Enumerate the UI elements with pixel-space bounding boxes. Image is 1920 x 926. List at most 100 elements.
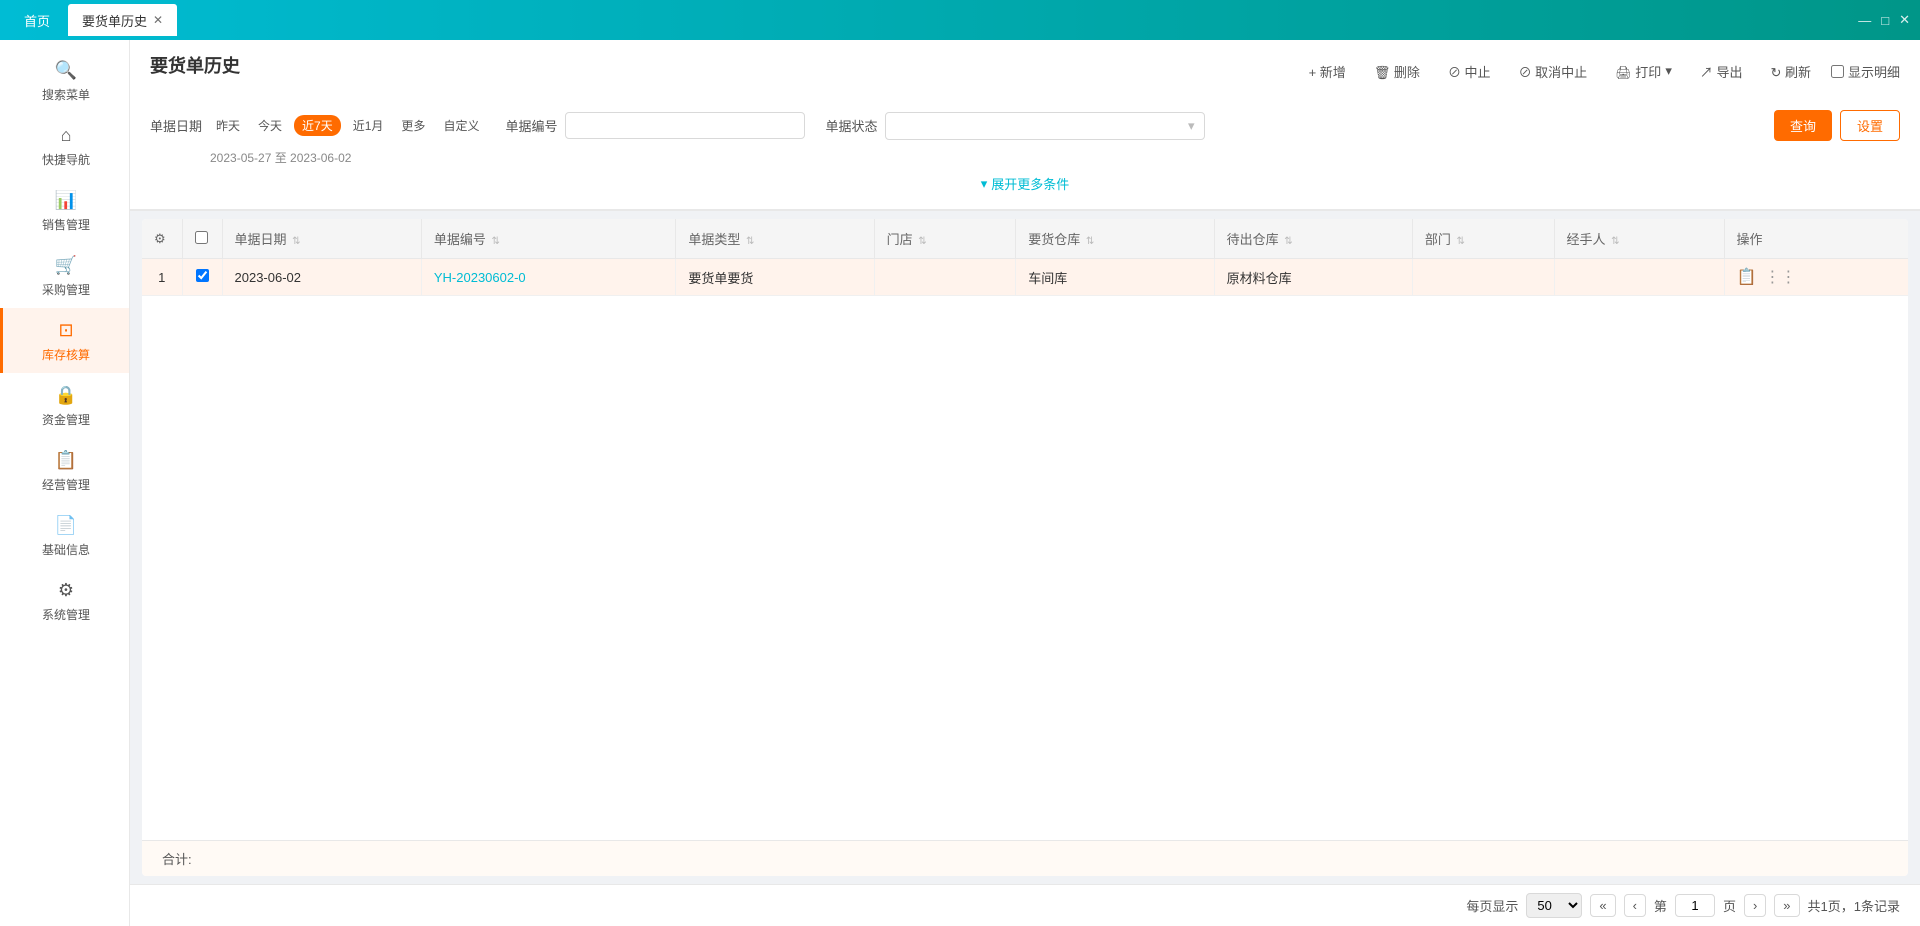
doc-status-dropdown-icon[interactable]: ▾ bbox=[1188, 118, 1195, 134]
query-button[interactable]: 查询 bbox=[1774, 110, 1832, 141]
summary-bar: 合计: bbox=[142, 840, 1908, 876]
cancel-stop-button[interactable]: ⊘ 取消中止 bbox=[1511, 58, 1596, 85]
display-cell-label: 显示明细 bbox=[1848, 62, 1900, 81]
date-buttons: 昨天 今天 近7天 近1月 更多 自定义 bbox=[210, 115, 485, 136]
row-doc-number[interactable]: YH-20230602-0 bbox=[421, 259, 675, 296]
row-handler bbox=[1554, 259, 1724, 296]
th-store[interactable]: 门店 ⇅ bbox=[874, 219, 1016, 259]
tab-requisition-history[interactable]: 要货单历史 ✕ bbox=[68, 4, 177, 36]
sidebar-item-sys-mgmt[interactable]: ⚙ 系统管理 bbox=[0, 568, 129, 633]
row-dept bbox=[1412, 259, 1554, 296]
filter-actions: 查询 设置 bbox=[1774, 110, 1900, 141]
export-button[interactable]: ↗ 导出 bbox=[1692, 58, 1751, 85]
sidebar-item-ops-mgmt[interactable]: 📋 经营管理 bbox=[0, 438, 129, 503]
tab-home[interactable]: 首页 bbox=[10, 4, 64, 36]
maximize-button[interactable]: □ bbox=[1881, 13, 1889, 28]
date-btn-last1month[interactable]: 近1月 bbox=[347, 115, 390, 136]
th-checkbox[interactable] bbox=[182, 219, 222, 259]
date-btn-yesterday[interactable]: 昨天 bbox=[210, 115, 246, 136]
sidebar-item-quick-nav[interactable]: ⌂ 快捷导航 bbox=[0, 113, 129, 178]
ops-icon: 📋 bbox=[55, 450, 77, 471]
total-records: 共1页，1条记录 bbox=[1808, 896, 1900, 915]
data-table: ⚙ 单据日期 ⇅ 单据编号 ⇅ 单据类型 ⇅ 门店 ⇅ 要货仓库 ⇅ 待出仓库 … bbox=[142, 219, 1908, 296]
select-all-checkbox[interactable] bbox=[195, 231, 208, 244]
stop-button[interactable]: ⊘ 中止 bbox=[1440, 58, 1499, 85]
row-actions: 📋 ⋮⋮ bbox=[1724, 259, 1908, 296]
tab-bar: 首页 要货单历史 ✕ bbox=[10, 4, 1858, 36]
th-handler[interactable]: 经手人 ⇅ bbox=[1554, 219, 1724, 259]
row-doc-date: 2023-06-02 bbox=[222, 259, 421, 296]
sidebar-item-capital-mgmt[interactable]: 🔒 资金管理 bbox=[0, 373, 129, 438]
new-button[interactable]: + 新增 bbox=[1301, 58, 1354, 85]
tab-home-label: 首页 bbox=[24, 11, 50, 30]
delete-button[interactable]: 🗑 删除 bbox=[1366, 58, 1428, 85]
print-dropdown-icon[interactable]: ▾ bbox=[1665, 63, 1672, 79]
current-page-input[interactable] bbox=[1675, 894, 1715, 917]
doc-number-link[interactable]: YH-20230602-0 bbox=[434, 270, 526, 285]
minimize-button[interactable]: — bbox=[1858, 13, 1871, 28]
inventory-icon: ⊡ bbox=[58, 320, 73, 341]
print-button[interactable]: 🖨 打印 ▾ bbox=[1607, 58, 1680, 85]
sidebar-item-search-menu-label: 搜索菜单 bbox=[42, 86, 90, 103]
sidebar-item-inventory-label: 库存核算 bbox=[42, 346, 90, 363]
capital-icon: 🔒 bbox=[55, 385, 77, 406]
date-filter-label: 单据日期 bbox=[150, 116, 202, 135]
sidebar-item-basic-info[interactable]: 📄 基础信息 bbox=[0, 503, 129, 568]
date-range-display: 2023-05-27 至 2023-06-02 bbox=[210, 151, 351, 165]
th-doc-number[interactable]: 单据编号 ⇅ bbox=[421, 219, 675, 259]
th-req-warehouse[interactable]: 要货仓库 ⇅ bbox=[1016, 219, 1214, 259]
sidebar-item-quick-nav-label: 快捷导航 bbox=[42, 151, 90, 168]
doc-status-label: 单据状态 bbox=[825, 116, 877, 135]
first-page-button[interactable]: « bbox=[1590, 894, 1615, 917]
expand-label: 展开更多条件 bbox=[991, 174, 1069, 193]
table-header-row: ⚙ 单据日期 ⇅ 单据编号 ⇅ 单据类型 ⇅ 门店 ⇅ 要货仓库 ⇅ 待出仓库 … bbox=[142, 219, 1908, 259]
main-layout: 🔍 搜索菜单 ⌂ 快捷导航 📊 销售管理 🛒 采购管理 ⊡ 库存核算 🔒 资金管… bbox=[0, 40, 1920, 926]
page-size-select[interactable]: 10 20 50 100 bbox=[1526, 893, 1582, 918]
row-more-icon[interactable]: ⋮⋮ bbox=[1764, 267, 1796, 287]
sidebar-item-inventory[interactable]: ⊡ 库存核算 bbox=[0, 308, 129, 373]
date-btn-custom[interactable]: 自定义 bbox=[437, 115, 485, 136]
basic-info-icon: 📄 bbox=[55, 515, 77, 536]
tab-close-icon[interactable]: ✕ bbox=[153, 13, 163, 27]
page-unit: 页 bbox=[1723, 896, 1736, 915]
date-btn-last7days[interactable]: 近7天 bbox=[294, 115, 341, 136]
row-pending-warehouse: 原材料仓库 bbox=[1214, 259, 1412, 296]
table-area: ⚙ 单据日期 ⇅ 单据编号 ⇅ 单据类型 ⇅ 门店 ⇅ 要货仓库 ⇅ 待出仓库 … bbox=[142, 219, 1908, 876]
doc-number-label: 单据编号 bbox=[505, 116, 557, 135]
sidebar-item-capital-mgmt-label: 资金管理 bbox=[42, 411, 90, 428]
doc-number-filter-section: 单据编号 bbox=[505, 112, 805, 139]
sidebar-item-purchase-mgmt[interactable]: 🛒 采购管理 bbox=[0, 243, 129, 308]
th-pending-warehouse[interactable]: 待出仓库 ⇅ bbox=[1214, 219, 1412, 259]
doc-status-filter-section: 单据状态 ▾ bbox=[825, 112, 1205, 140]
sidebar-item-sales-mgmt[interactable]: 📊 销售管理 bbox=[0, 178, 129, 243]
row-edit-icon[interactable]: 📋 bbox=[1737, 267, 1757, 287]
search-menu-icon: 🔍 bbox=[55, 60, 77, 81]
date-btn-more[interactable]: 更多 bbox=[395, 115, 431, 136]
display-cell-checkbox[interactable] bbox=[1831, 65, 1844, 78]
row-checkbox[interactable] bbox=[196, 269, 209, 282]
date-btn-today[interactable]: 今天 bbox=[252, 115, 288, 136]
row-checkbox-cell[interactable] bbox=[182, 259, 222, 296]
display-cell-button[interactable]: 显示明细 bbox=[1831, 62, 1900, 81]
next-page-button[interactable]: › bbox=[1744, 894, 1766, 917]
close-button[interactable]: ✕ bbox=[1899, 12, 1910, 28]
expand-filters-button[interactable]: ▾ 展开更多条件 bbox=[981, 174, 1070, 193]
print-label: 🖨 打印 bbox=[1615, 62, 1661, 81]
last-page-button[interactable]: » bbox=[1774, 894, 1799, 917]
th-doc-type[interactable]: 单据类型 ⇅ bbox=[676, 219, 874, 259]
sidebar-item-search-menu[interactable]: 🔍 搜索菜单 bbox=[0, 48, 129, 113]
th-settings[interactable]: ⚙ bbox=[142, 219, 182, 259]
row-index: 1 bbox=[142, 259, 182, 296]
refresh-button[interactable]: ↻ 刷新 bbox=[1762, 58, 1819, 85]
th-dept[interactable]: 部门 ⇅ bbox=[1412, 219, 1554, 259]
page-prefix: 第 bbox=[1654, 896, 1667, 915]
th-doc-date[interactable]: 单据日期 ⇅ bbox=[222, 219, 421, 259]
home-icon: ⌂ bbox=[61, 125, 72, 146]
filter-row-1: 单据日期 昨天 今天 近7天 近1月 更多 自定义 单据编号 bbox=[150, 110, 1900, 141]
doc-number-input[interactable] bbox=[565, 112, 805, 139]
row-req-warehouse: 车间库 bbox=[1016, 259, 1214, 296]
doc-status-select[interactable]: ▾ bbox=[885, 112, 1205, 140]
prev-page-button[interactable]: ‹ bbox=[1624, 894, 1646, 917]
sidebar-item-purchase-mgmt-label: 采购管理 bbox=[42, 281, 90, 298]
settings-button[interactable]: 设置 bbox=[1840, 110, 1900, 141]
